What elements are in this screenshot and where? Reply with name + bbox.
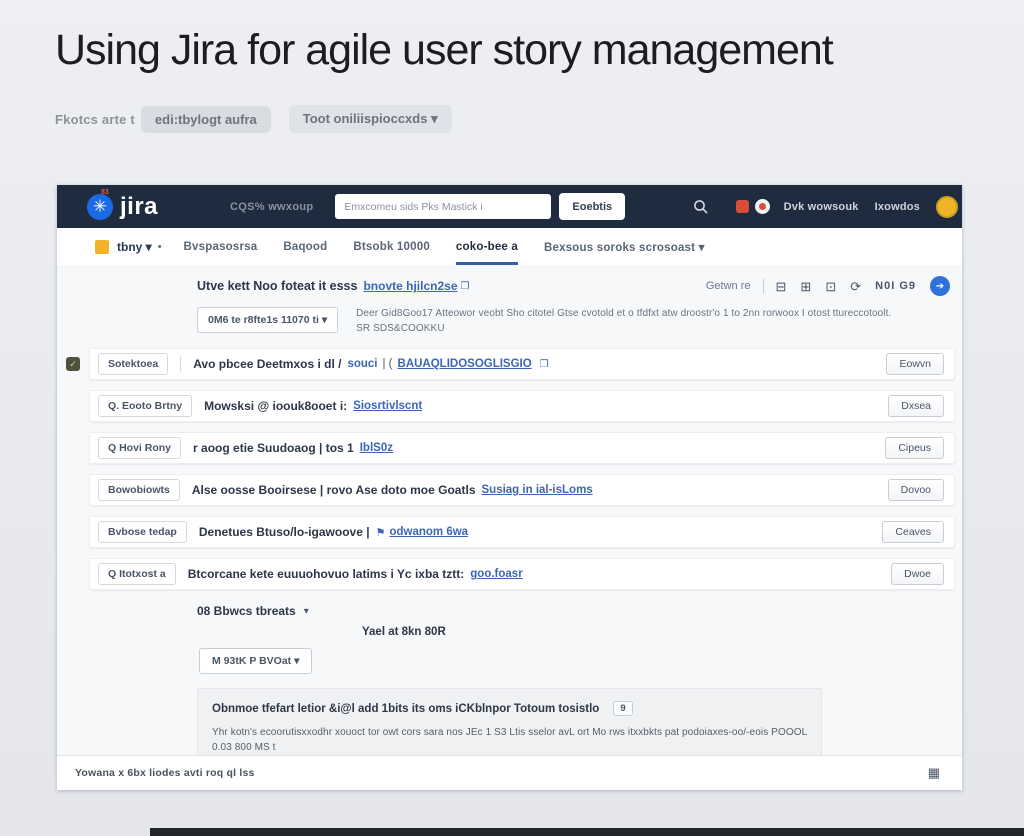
notice-body: Yhr kotn's ecoorutisxxodhr xouoct tor ow… — [212, 727, 807, 753]
project-dot: • — [157, 240, 162, 253]
backlog-row-4[interactable]: Bowobiowts Alse oosse Booirsese | rovo A… — [89, 474, 955, 506]
nav-item-reports-menu[interactable]: Bexsous soroks scrosoast ▾ — [544, 228, 705, 265]
filter-description-line1: Deer Gid8Goo17 Atteowor veobt Sho citote… — [356, 308, 892, 319]
nav-item-active-board[interactable]: coko-bee a — [455, 228, 518, 265]
chevron-down-icon: ▾ — [303, 605, 309, 617]
issue-key-link[interactable]: IblS0z — [360, 442, 393, 454]
project-switcher[interactable]: tbny ▾ — [117, 240, 152, 254]
tag-chip-2[interactable]: Toot oniliispioccxds ▾ — [288, 105, 452, 133]
jira-logo-icon: ✳ — [87, 193, 113, 220]
board-settings-link[interactable]: Getwn re — [706, 280, 751, 292]
board-action-button[interactable]: ➔ — [930, 276, 950, 296]
backlog-row-5[interactable]: Bvbose tedap Denetues Btuso/lo-igawoove … — [89, 516, 955, 548]
nav-item-summary[interactable]: Bvspasosrsa — [184, 228, 258, 265]
search-icon[interactable] — [692, 198, 710, 216]
issue-summary: r aoog etie Suudoaog | tos 1 — [193, 441, 354, 455]
logo-notification-badge: 83 — [101, 188, 109, 196]
bottom-taskbar-strip — [150, 828, 1024, 836]
issue-key-link[interactable]: odwanom 6wa — [389, 526, 468, 538]
header-link-workspace[interactable]: Dvk wowsouk — [784, 201, 859, 213]
backlog-row-3[interactable]: Q Hovi Rony r aoog etie Suudoaog | tos 1… — [89, 432, 955, 464]
user-avatar[interactable] — [936, 195, 958, 218]
external-link-icon: ❐ — [460, 280, 470, 292]
notice-title: Obnmoe tfefart letior &i@l add 1bits its… — [212, 702, 600, 715]
board-title-link[interactable]: bnovte hjilcn2se — [363, 279, 457, 293]
issue-key-link[interactable]: BAUAQLIDOSOGLISGIO — [398, 358, 532, 370]
jira-logo-text: jira — [120, 192, 159, 220]
status-chip[interactable]: Sotektoea — [98, 353, 169, 375]
issue-summary: Mowsksi @ ioouk8ooet i: — [204, 399, 348, 413]
board-heading-row: Utve kett Noo foteat it esss bnovte hjil… — [197, 273, 952, 299]
status-chip[interactable]: Q Itotxost a — [98, 563, 176, 585]
row-action-button[interactable]: Dwoe — [891, 563, 944, 585]
tag-pretext: Fkotcs arte t — [55, 111, 135, 127]
toolbar-collapse-icon[interactable]: ⊟ — [776, 280, 787, 293]
backlog-list: ✓ Sotektoea Avo pbcee Deetmxos i dl / so… — [57, 348, 962, 590]
issue-key-link[interactable]: Susiag in ial-isLoms — [482, 484, 593, 496]
help-icon-dot — [758, 203, 766, 210]
toolbar-detail-view-icon[interactable]: ⊡ — [825, 280, 836, 293]
toolbar-divider — [762, 279, 764, 293]
notifications-icon[interactable] — [735, 200, 749, 213]
jira-logo[interactable]: 83 ✳ jira — [87, 189, 159, 221]
issue-key-link[interactable]: goo.foasr — [470, 568, 522, 580]
row-divider — [180, 356, 182, 372]
project-navbar: tbny ▾ • Bvspasosrsa Baqood Btsobk 10000… — [57, 228, 962, 265]
notice-count-badge: 9 — [613, 701, 633, 716]
link-separator: | ( — [382, 358, 393, 370]
filter-dropdown[interactable]: 0M6 te r8fte1s 11070 ti ▾ — [197, 307, 339, 333]
filter-description-line2: SR SDS&COOKKU — [356, 322, 445, 334]
footer-status-text: Yowana x 6bx liodes avti roq ql lss — [75, 767, 255, 779]
board-title: Utve kett Noo foteat it esss — [197, 279, 358, 293]
issue-key-link[interactable]: Siosrtivlscnt — [353, 400, 422, 412]
epic-center-text: Yael at 8kn 80R — [362, 626, 446, 638]
header-create-button[interactable]: Eoebtis — [559, 193, 626, 220]
issue-summary: Alse oosse Booirsese | rovo Ase doto moe… — [191, 483, 476, 497]
jira-header: 83 ✳ jira CQS% wwxoup Eoebtis Dvk wowsou… — [57, 185, 962, 228]
issue-summary: Denetues Btuso/lo-igawoove | — [198, 525, 370, 539]
issue-summary: Btcorcane kete euuuohovuo latims i Yc ix… — [187, 567, 465, 581]
row-action-button[interactable]: Dovoo — [887, 479, 944, 501]
nav-item-sprints[interactable]: Btsobk 10000 — [353, 228, 430, 265]
row-select-check-icon[interactable]: ✓ — [66, 357, 80, 371]
flag-icon: ⚑ — [375, 526, 386, 539]
grid-icon[interactable]: ▦ — [928, 765, 940, 781]
header-link-issues[interactable]: Ixowdos — [875, 201, 920, 213]
epic-dropdown[interactable]: M 93tK P BVOat ▾ — [199, 648, 313, 674]
environment-label: CQS% wwxoup — [230, 200, 314, 213]
status-chip[interactable]: Bvbose tedap — [98, 521, 187, 543]
jira-app-window: 83 ✳ jira CQS% wwxoup Eoebtis Dvk wowsou… — [57, 185, 962, 790]
row-action-button[interactable]: Dxsea — [888, 395, 944, 417]
backlog-row-6[interactable]: Q Itotxost a Btcorcane kete euuuohovuo l… — [89, 558, 955, 590]
row-action-button[interactable]: Ceaves — [882, 521, 944, 543]
header-search-input[interactable] — [335, 194, 552, 219]
tag-chip-1[interactable]: edi:tbylogt aufra — [140, 105, 271, 133]
issue-summary: Avo pbcee Deetmxos i dl / — [193, 357, 342, 371]
tag-row: Fkotcs arte t edi:tbylogt aufra Toot oni… — [55, 104, 452, 134]
epic-section-label: 08 Bbwcs tbreats — [197, 604, 296, 618]
jira-footer: Yowana x 6bx liodes avti roq ql lss ▦ — [57, 755, 962, 790]
status-chip[interactable]: Q. Eooto Brtny — [98, 395, 193, 417]
status-chip[interactable]: Bowobiowts — [98, 479, 180, 501]
project-avatar-icon — [95, 239, 109, 254]
backlog-row-1[interactable]: ✓ Sotektoea Avo pbcee Deetmxos i dl / so… — [66, 348, 955, 380]
toolbar-expand-icon[interactable]: ⊞ — [800, 280, 811, 293]
toolbar-refresh-icon[interactable]: ⟳ — [850, 280, 861, 293]
board-content: Utve kett Noo foteat it esss bnovte hjil… — [57, 265, 962, 768]
status-chip[interactable]: Q Hovi Rony — [98, 437, 182, 459]
external-link-icon: ❐ — [539, 358, 549, 370]
row-action-button[interactable]: Cipeus — [885, 437, 944, 459]
page-title: Using Jira for agile user story manageme… — [55, 26, 834, 74]
nav-item-backlog[interactable]: Baqood — [283, 228, 327, 265]
toolbar-view-label: N0I G9 — [875, 280, 916, 292]
help-icon[interactable] — [754, 199, 770, 214]
epic-section-header[interactable]: 08 Bbwcs tbreats ▾ — [197, 604, 962, 618]
backlog-row-2[interactable]: Q. Eooto Brtny Mowsksi @ ioouk8ooet i: S… — [89, 390, 955, 422]
filter-description: Deer Gid8Goo17 Atteowor veobt Sho citote… — [356, 307, 891, 336]
notice-title-row: Obnmoe tfefart letior &i@l add 1bits its… — [212, 701, 807, 716]
filter-row: 0M6 te r8fte1s 11070 ti ▾ Deer Gid8Goo17… — [197, 307, 952, 336]
issue-link[interactable]: souci — [347, 358, 377, 370]
row-action-button[interactable]: Eowvn — [886, 353, 944, 375]
